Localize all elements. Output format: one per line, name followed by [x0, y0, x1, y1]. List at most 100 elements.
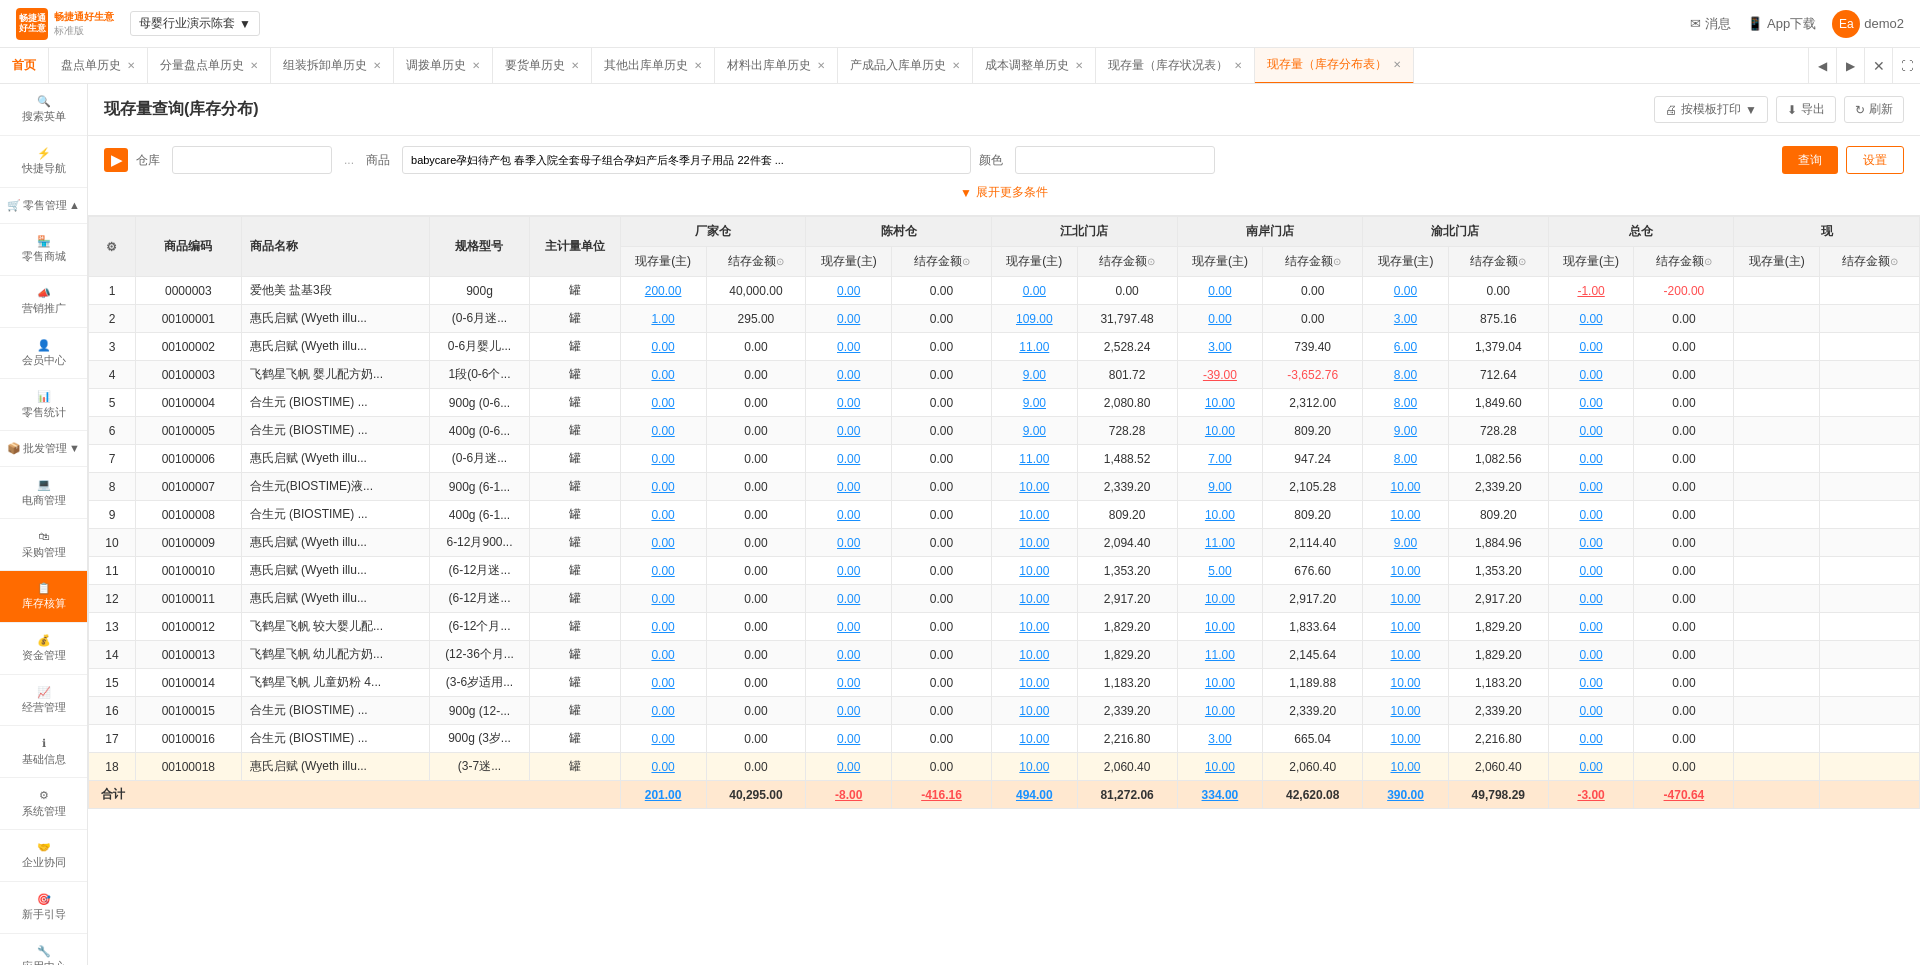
cell-nanan-qty[interactable]: 9.00: [1177, 473, 1263, 501]
close-icon[interactable]: ✕: [1234, 60, 1242, 71]
cell-total-qty[interactable]: 0.00: [1548, 641, 1634, 669]
gear-icon[interactable]: ⚙: [89, 217, 136, 277]
cell-chen-qty[interactable]: 0.00: [806, 417, 892, 445]
cell-jiangbei-qty[interactable]: 10.00: [991, 473, 1077, 501]
sidebar-item-ecommerce[interactable]: 💻 电商管理: [0, 467, 87, 519]
cell-chen-qty[interactable]: 0.00: [806, 473, 892, 501]
sidebar-item-stats[interactable]: 📊 零售统计: [0, 379, 87, 431]
sidebar-item-wholesale[interactable]: 📦 批发管理 ▼: [0, 431, 87, 467]
tab-0[interactable]: 盘点单历史 ✕: [49, 48, 148, 84]
cell-jiangbei-qty[interactable]: 11.00: [991, 445, 1077, 473]
settings-btn[interactable]: 设置: [1846, 146, 1904, 174]
sidebar-item-inventory[interactable]: 📋 库存核算: [0, 571, 87, 623]
footer-chen-qty[interactable]: -8.00: [806, 781, 892, 809]
close-icon[interactable]: ✕: [373, 60, 381, 71]
cell-total-qty[interactable]: 0.00: [1548, 725, 1634, 753]
color-input[interactable]: [1015, 146, 1215, 174]
tab-8[interactable]: 成本调整单历史 ✕: [973, 48, 1096, 84]
cell-chen-qty[interactable]: 0.00: [806, 725, 892, 753]
cell-yubei-qty[interactable]: 6.00: [1363, 333, 1449, 361]
cell-total-qty[interactable]: -1.00: [1548, 277, 1634, 305]
cell-jiangbei-qty[interactable]: 10.00: [991, 529, 1077, 557]
cell-factory-qty[interactable]: 0.00: [620, 753, 706, 781]
cell-nanan-qty[interactable]: 10.00: [1177, 753, 1263, 781]
close-icon[interactable]: ✕: [1393, 59, 1401, 70]
close-icon[interactable]: ✕: [127, 60, 135, 71]
cell-yubei-qty[interactable]: 9.00: [1363, 417, 1449, 445]
cell-jiangbei-qty[interactable]: 10.00: [991, 557, 1077, 585]
footer-total-qty[interactable]: -3.00: [1548, 781, 1634, 809]
tab-10[interactable]: 现存量（库存分布表） ✕: [1255, 48, 1414, 84]
cell-total-qty[interactable]: 0.00: [1548, 529, 1634, 557]
print-btn[interactable]: 🖨 按模板打印 ▼: [1654, 96, 1768, 123]
tab-9[interactable]: 现存量（库存状况表） ✕: [1096, 48, 1255, 84]
expand-more-btn[interactable]: ▼ 展开更多条件: [104, 180, 1904, 205]
cell-yubei-qty[interactable]: 3.00: [1363, 305, 1449, 333]
cell-nanan-qty[interactable]: 0.00: [1177, 305, 1263, 333]
cell-total-qty[interactable]: 0.00: [1548, 333, 1634, 361]
cell-yubei-qty[interactable]: 10.00: [1363, 697, 1449, 725]
cell-jiangbei-qty[interactable]: 10.00: [991, 613, 1077, 641]
cell-yubei-qty[interactable]: 10.00: [1363, 473, 1449, 501]
cell-factory-qty[interactable]: 1.00: [620, 305, 706, 333]
cell-factory-qty[interactable]: 0.00: [620, 333, 706, 361]
cell-chen-qty[interactable]: 0.00: [806, 389, 892, 417]
sidebar-item-marketing[interactable]: 📣 营销推广: [0, 276, 87, 328]
cell-chen-qty[interactable]: 0.00: [806, 305, 892, 333]
cell-yubei-qty[interactable]: 10.00: [1363, 557, 1449, 585]
cell-yubei-qty[interactable]: 8.00: [1363, 361, 1449, 389]
cell-jiangbei-qty[interactable]: 9.00: [991, 389, 1077, 417]
cell-nanan-qty[interactable]: 10.00: [1177, 585, 1263, 613]
expand-tabs-btn[interactable]: ⛶: [1892, 48, 1920, 84]
cell-nanan-qty[interactable]: -39.00: [1177, 361, 1263, 389]
cell-factory-qty[interactable]: 0.00: [620, 557, 706, 585]
sidebar-item-apps[interactable]: 🔧 应用中心: [0, 934, 87, 966]
cell-factory-qty[interactable]: 0.00: [620, 613, 706, 641]
close-icon[interactable]: ✕: [817, 60, 825, 71]
cell-nanan-qty[interactable]: 10.00: [1177, 501, 1263, 529]
cell-chen-qty[interactable]: 0.00: [806, 585, 892, 613]
footer-nanan-qty[interactable]: 334.00: [1177, 781, 1263, 809]
cell-nanan-qty[interactable]: 3.00: [1177, 725, 1263, 753]
cell-chen-qty[interactable]: 0.00: [806, 361, 892, 389]
cell-factory-qty[interactable]: 0.00: [620, 669, 706, 697]
cell-nanan-qty[interactable]: 0.00: [1177, 277, 1263, 305]
cell-factory-qty[interactable]: 0.00: [620, 417, 706, 445]
cell-yubei-qty[interactable]: 10.00: [1363, 501, 1449, 529]
sidebar-item-collab[interactable]: 🤝 企业协同: [0, 830, 87, 882]
message-btn[interactable]: ✉ 消息: [1690, 15, 1731, 33]
cell-yubei-qty[interactable]: 8.00: [1363, 389, 1449, 417]
sidebar-item-shop[interactable]: 🏪 零售商城: [0, 224, 87, 276]
tab-6[interactable]: 材料出库单历史 ✕: [715, 48, 838, 84]
cell-jiangbei-qty[interactable]: 10.00: [991, 725, 1077, 753]
refresh-btn[interactable]: ↻ 刷新: [1844, 96, 1904, 123]
cell-chen-qty[interactable]: 0.00: [806, 501, 892, 529]
cell-factory-qty[interactable]: 0.00: [620, 725, 706, 753]
sidebar-item-retail[interactable]: 🛒 零售管理 ▲: [0, 188, 87, 224]
industry-dropdown[interactable]: 母婴行业演示陈套 ▼: [130, 11, 260, 36]
cell-nanan-qty[interactable]: 3.00: [1177, 333, 1263, 361]
cell-nanan-qty[interactable]: 11.00: [1177, 641, 1263, 669]
cell-jiangbei-qty[interactable]: 9.00: [991, 417, 1077, 445]
product-input[interactable]: [402, 146, 971, 174]
cell-yubei-qty[interactable]: 9.00: [1363, 529, 1449, 557]
cell-nanan-qty[interactable]: 10.00: [1177, 613, 1263, 641]
cell-factory-qty[interactable]: 0.00: [620, 473, 706, 501]
tab-2[interactable]: 组装拆卸单历史 ✕: [271, 48, 394, 84]
cell-total-qty[interactable]: 0.00: [1548, 669, 1634, 697]
cell-chen-qty[interactable]: 0.00: [806, 753, 892, 781]
query-btn[interactable]: 查询: [1782, 146, 1838, 174]
cell-chen-qty[interactable]: 0.00: [806, 529, 892, 557]
sidebar-item-basic[interactable]: ℹ 基础信息: [0, 726, 87, 778]
close-icon[interactable]: ✕: [250, 60, 258, 71]
cell-total-qty[interactable]: 0.00: [1548, 473, 1634, 501]
cell-chen-qty[interactable]: 0.00: [806, 613, 892, 641]
nav-prev-btn[interactable]: ◀: [1808, 48, 1836, 84]
cell-jiangbei-qty[interactable]: 10.00: [991, 753, 1077, 781]
cell-total-qty[interactable]: 0.00: [1548, 417, 1634, 445]
sidebar-item-members[interactable]: 👤 会员中心: [0, 328, 87, 380]
cell-yubei-qty[interactable]: 10.00: [1363, 753, 1449, 781]
sidebar-item-finance[interactable]: 💰 资金管理: [0, 623, 87, 675]
cell-factory-qty[interactable]: 0.00: [620, 697, 706, 725]
cell-jiangbei-qty[interactable]: 10.00: [991, 641, 1077, 669]
